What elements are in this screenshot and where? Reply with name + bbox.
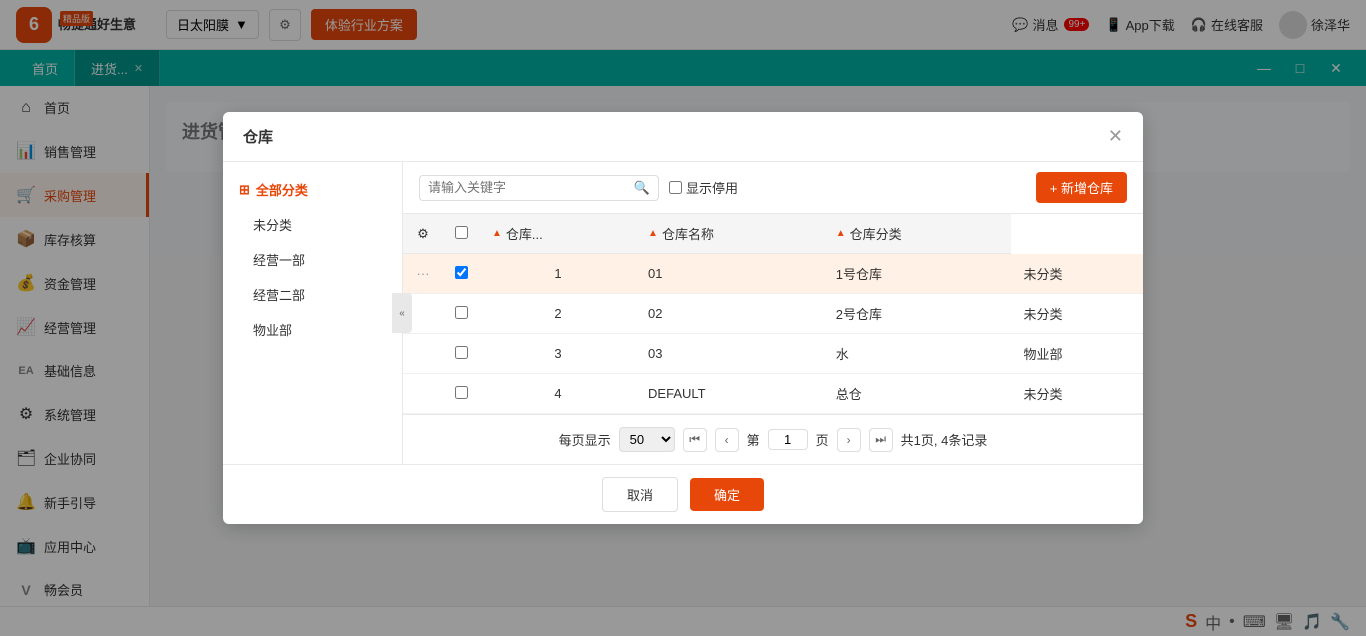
sort-icon-name[interactable]: ▲ — [648, 228, 658, 239]
all-categories-button[interactable]: ⊞ 全部分类 — [223, 172, 402, 207]
modal-pagination: 每页显示 50 100 ⏮ ‹ 第 页 › ⏭ 共1页, 4条记录 — [403, 414, 1143, 464]
row-index-cell: 2 — [480, 294, 636, 334]
search-input[interactable] — [428, 180, 628, 195]
modal-header: 仓库 ✕ — [223, 112, 1143, 162]
row-action-cell: ··· — [403, 254, 443, 294]
row-category-cell: 未分类 — [1011, 294, 1143, 334]
row-code-cell: 01 — [636, 254, 824, 294]
modal-footer: 取消 确定 — [223, 464, 1143, 524]
warehouse-table: ⚙ ▲ 仓库... — [403, 214, 1143, 414]
table-row[interactable]: 2 02 2号仓库 未分类 — [403, 294, 1143, 334]
page-label: 第 — [747, 430, 760, 449]
confirm-button[interactable]: 确定 — [690, 478, 764, 511]
modal-body: ⊞ 全部分类 未分类 经营一部 经营二部 物业部 « 🔍 — [223, 162, 1143, 464]
modal-overlay: 仓库 ✕ ⊞ 全部分类 未分类 经营一部 经营二部 物业部 « — [0, 0, 1366, 636]
modal-title: 仓库 — [243, 126, 273, 147]
row-checkbox-cell — [443, 294, 480, 334]
last-page-button[interactable]: ⏭ — [869, 428, 893, 452]
row-category-cell: 物业部 — [1011, 334, 1143, 374]
row-index-cell: 3 — [480, 334, 636, 374]
col-header-category: ▲ 仓库分类 — [824, 214, 1012, 254]
show-disabled-checkbox-label[interactable]: 显示停用 — [669, 178, 738, 197]
collapse-panel-button[interactable]: « — [392, 293, 412, 333]
search-icon: 🔍 — [634, 180, 650, 196]
row-name-cell: 1号仓库 — [824, 254, 1012, 294]
next-page-button[interactable]: › — [837, 428, 861, 452]
gear-col-icon: ⚙ — [417, 226, 429, 241]
row-checkbox-cell — [443, 254, 480, 294]
row-checkbox-cell — [443, 374, 480, 414]
warehouse-modal: 仓库 ✕ ⊞ 全部分类 未分类 经营一部 经营二部 物业部 « — [223, 112, 1143, 524]
row-checkbox[interactable] — [455, 306, 468, 319]
row-code-cell: 03 — [636, 334, 824, 374]
col-header-name: ▲ 仓库名称 — [636, 214, 824, 254]
row-action-cell — [403, 334, 443, 374]
table-row[interactable]: ··· 1 01 1号仓库 未分类 — [403, 254, 1143, 294]
select-all-checkbox[interactable] — [455, 226, 468, 239]
row-checkbox[interactable] — [455, 386, 468, 399]
category-ops1[interactable]: 经营一部 — [223, 242, 402, 277]
modal-category-panel: ⊞ 全部分类 未分类 经营一部 经营二部 物业部 « — [223, 162, 403, 464]
row-index-cell: 4 — [480, 374, 636, 414]
category-property[interactable]: 物业部 — [223, 312, 402, 347]
search-input-wrap: 🔍 — [419, 175, 659, 201]
page-number-input[interactable] — [768, 429, 808, 450]
modal-toolbar: 🔍 显示停用 + 新增仓库 — [403, 162, 1143, 214]
row-checkbox[interactable] — [455, 266, 468, 279]
sort-icon-cat[interactable]: ▲ — [836, 228, 846, 239]
page-unit: 页 — [816, 430, 829, 449]
pagination-summary: 共1页, 4条记录 — [901, 430, 988, 449]
grid-icon: ⊞ — [239, 182, 250, 198]
add-warehouse-button[interactable]: + 新增仓库 — [1036, 172, 1127, 203]
first-page-button[interactable]: ⏮ — [683, 428, 707, 452]
table-header-row: ⚙ ▲ 仓库... — [403, 214, 1143, 254]
table-row[interactable]: 3 03 水 物业部 — [403, 334, 1143, 374]
col-header-gear: ⚙ — [403, 214, 443, 254]
category-ops2[interactable]: 经营二部 — [223, 277, 402, 312]
cancel-button[interactable]: 取消 — [602, 477, 678, 512]
row-category-cell: 未分类 — [1011, 254, 1143, 294]
row-name-cell: 2号仓库 — [824, 294, 1012, 334]
sort-icon[interactable]: ▲ — [492, 228, 502, 239]
row-category-cell: 未分类 — [1011, 374, 1143, 414]
row-name-cell: 总仓 — [824, 374, 1012, 414]
row-name-cell: 水 — [824, 334, 1012, 374]
row-action-cell — [403, 374, 443, 414]
per-page-label: 每页显示 — [559, 430, 611, 449]
row-checkbox-cell — [443, 334, 480, 374]
modal-close-button[interactable]: ✕ — [1108, 126, 1123, 147]
row-code-cell: 02 — [636, 294, 824, 334]
row-code-cell: DEFAULT — [636, 374, 824, 414]
per-page-select[interactable]: 50 100 — [619, 427, 675, 452]
category-unclassified[interactable]: 未分类 — [223, 207, 402, 242]
prev-page-button[interactable]: ‹ — [715, 428, 739, 452]
modal-right-panel: 🔍 显示停用 + 新增仓库 ⚙ — [403, 162, 1143, 464]
show-disabled-checkbox[interactable] — [669, 181, 682, 194]
row-index-cell: 1 — [480, 254, 636, 294]
row-checkbox[interactable] — [455, 346, 468, 359]
table-row[interactable]: 4 DEFAULT 总仓 未分类 — [403, 374, 1143, 414]
warehouse-table-wrap: ⚙ ▲ 仓库... — [403, 214, 1143, 414]
col-header-code: ▲ 仓库... — [480, 214, 636, 254]
col-header-checkbox — [443, 214, 480, 254]
row-more-icon[interactable]: ··· — [417, 266, 430, 281]
